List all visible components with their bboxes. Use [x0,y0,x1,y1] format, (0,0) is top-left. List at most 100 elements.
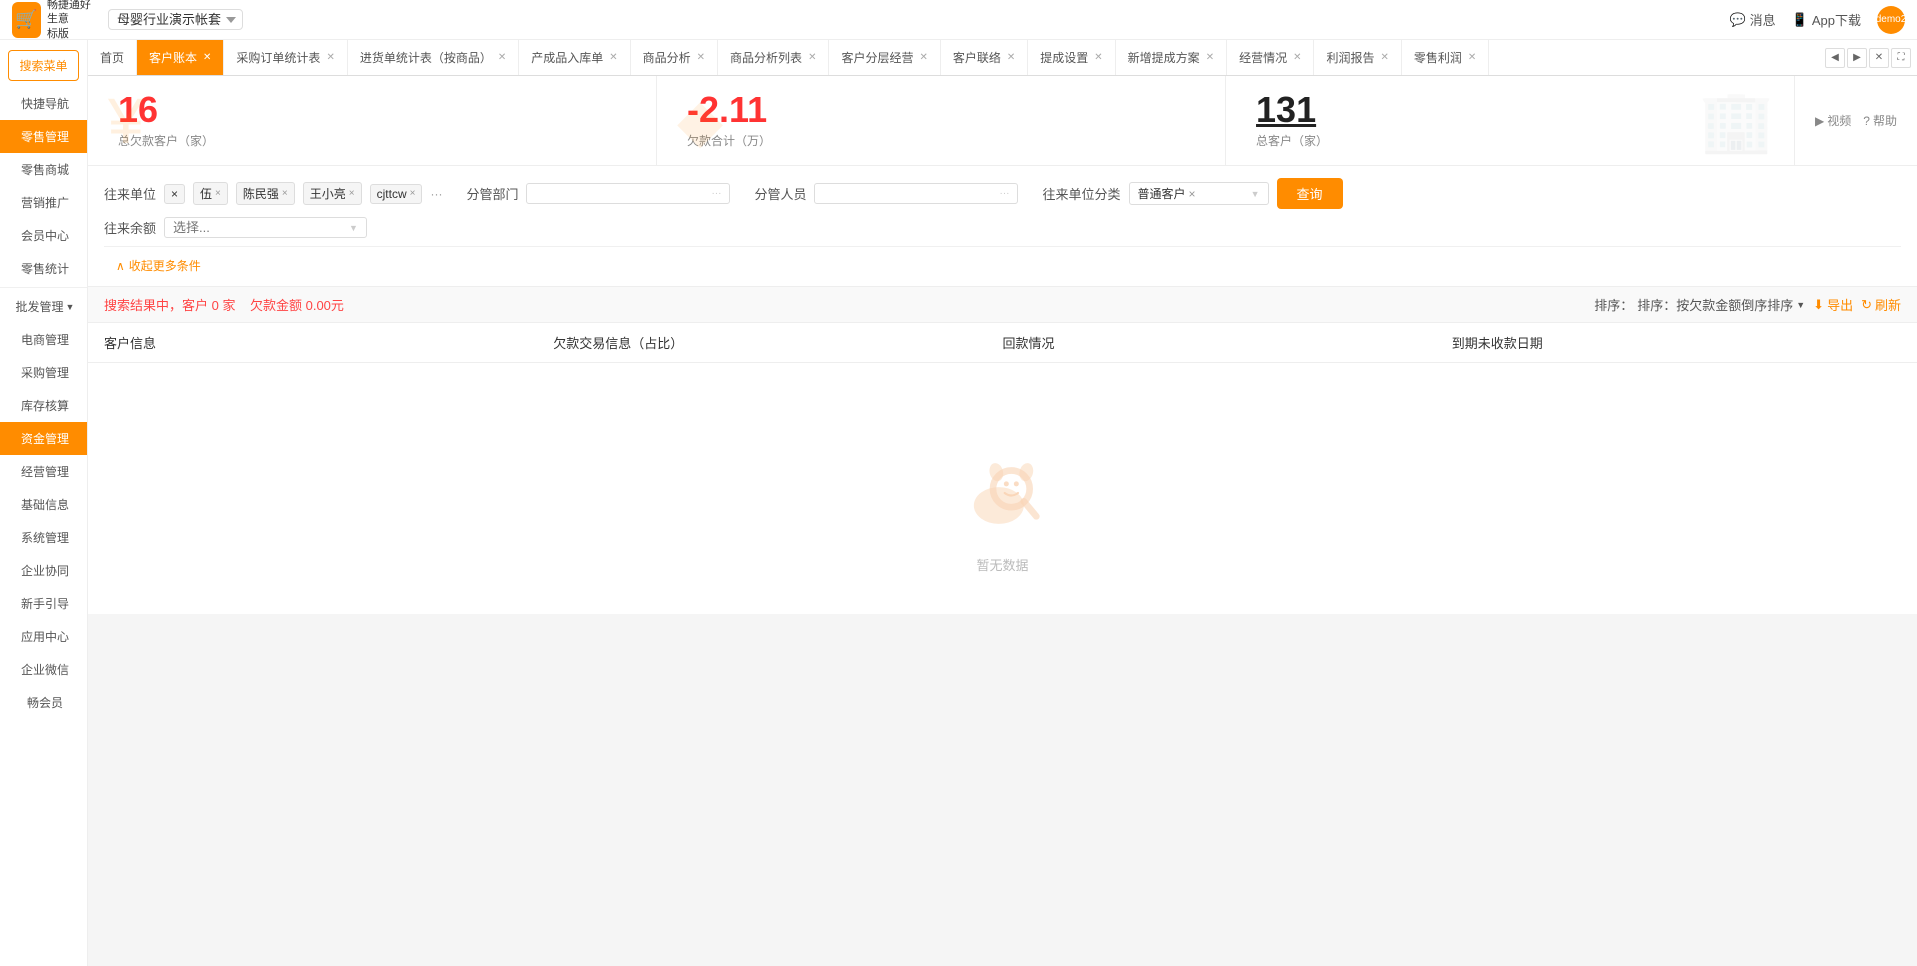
app-download-button[interactable]: 📱 App下载 [1792,10,1861,29]
tab-home[interactable]: 首页 [88,40,137,76]
sidebar-item-guide[interactable]: 新手引导 [0,587,87,620]
sidebar-item-basic-info[interactable]: 基础信息 [0,488,87,521]
filter-tag-unit-wu[interactable]: 伍 × [193,182,228,205]
tab-nav-close-all[interactable]: ✕ [1869,48,1889,68]
tab-nav-right[interactable]: ▶ [1847,48,1867,68]
filter-label-balance: 往来余额 [104,218,156,237]
tab-close-promote-settings[interactable]: ✕ [1094,52,1102,63]
sidebar-item-inventory[interactable]: 库存核算 [0,389,87,422]
filter-dept-input[interactable]: ··· [526,183,730,204]
sidebar-item-member[interactable]: 会员中心 [0,219,87,252]
person-input-field[interactable] [823,186,999,201]
tab-close-purchase-stats[interactable]: ✕ [326,52,334,63]
stat-total-debt-customers: ¥ 16 总欠款客户（家） [88,76,657,165]
table-empty: 暂无数据 [88,363,1917,614]
export-button[interactable]: ⬇ 导出 [1813,295,1853,314]
tab-close-retail-profit[interactable]: ✕ [1468,52,1476,63]
tab-product-inbound[interactable]: 产成品入库单 ✕ [519,40,630,76]
sidebar-item-app-center[interactable]: 应用中心 [0,620,87,653]
tab-close-customer-contact[interactable]: ✕ [1007,52,1015,63]
sidebar-item-ecommerce[interactable]: 电商管理 [0,323,87,356]
remove-icon[interactable]: × [215,188,221,199]
message-button[interactable]: 💬 消息 [1729,10,1775,29]
sidebar-item-operations[interactable]: 经营管理 [0,455,87,488]
sidebar-item-retail[interactable]: 零售管理 [0,120,87,153]
sidebar-item-member-plus[interactable]: 畅会员 [0,686,87,719]
tab-close-product-analysis[interactable]: ✕ [697,52,705,63]
tab-product-analysis[interactable]: 商品分析 ✕ [631,40,718,76]
dept-dots: ··· [711,188,721,199]
filter-label-person: 分管人员 [754,184,806,203]
remove-icon[interactable]: × [410,188,416,199]
tab-close-customer-tier[interactable]: ✕ [919,52,927,63]
filter-tag-unit-all[interactable]: × [164,184,185,204]
filter-tag-unit-cj[interactable]: cjttcw × [370,184,423,204]
sidebar-item-purchase[interactable]: 采购管理 [0,356,87,389]
export-icon: ⬇ [1813,297,1824,313]
filter-balance-wrap[interactable]: ▼ [164,217,367,238]
tab-purchase-stats[interactable]: 采购订单统计表 ✕ [224,40,347,76]
tab-profit-report[interactable]: 利润报告 ✕ [1314,40,1401,76]
filter-more-button[interactable]: ··· [430,187,442,201]
remove-icon[interactable]: × [349,188,355,199]
collapse-button[interactable]: ∧ 收起更多条件 [104,253,1901,278]
tab-nav-expand[interactable]: ⛶ [1891,48,1911,68]
tab-new-promote[interactable]: 新增提成方案 ✕ [1116,40,1227,76]
th-debt-transaction: 欠款交易信息（占比） [553,333,1002,352]
tab-close-new-promote[interactable]: ✕ [1206,52,1214,63]
tab-close-operation[interactable]: ✕ [1293,52,1301,63]
remove-category-icon[interactable]: × [1189,187,1196,201]
search-menu-button[interactable]: 搜索菜单 [8,50,79,81]
tab-promote-settings[interactable]: 提成设置 ✕ [1028,40,1115,76]
balance-input[interactable] [173,220,349,235]
sort-by-debt-button[interactable]: 排序：按欠款金额倒序排序 ▼ [1637,295,1805,314]
tab-retail-profit[interactable]: 零售利润 ✕ [1402,40,1489,76]
sidebar-item-finance[interactable]: 资金管理 [0,422,87,455]
tab-customer-book[interactable]: 客户账本 ✕ [137,40,224,76]
sidebar-item-retail-mall[interactable]: 零售商城 [0,153,87,186]
tab-import-stats[interactable]: 进货单统计表（按商品） ✕ [348,40,519,76]
sidebar-item-wholesale[interactable]: 批发管理 ▼ [0,290,87,323]
query-button[interactable]: 查询 [1277,178,1343,209]
tab-customer-contact[interactable]: 客户联络 ✕ [941,40,1028,76]
content-area: ¥ 16 总欠款客户（家） ◆ -2.11 欠款合计（万） 🏢 [88,76,1917,966]
stat-value-customers: 131 [1256,92,1328,128]
table-wrap: 客户信息 欠款交易信息（占比） 回款情况 到期未收款日期 [88,323,1917,614]
tab-operation[interactable]: 经营情况 ✕ [1227,40,1314,76]
filter-tag-category[interactable]: 普通客户 × [1138,185,1196,202]
filter-tag-unit-wang[interactable]: 王小亮 × [303,182,362,205]
filter-area: 往来单位 × 伍 × 陈民强 × 王小亮 × [88,166,1917,287]
refresh-button[interactable]: ↻ 刷新 [1861,295,1901,314]
help-button[interactable]: ? 帮助 [1863,112,1897,129]
filter-person-input[interactable]: ··· [814,183,1018,204]
filter-tag-unit-chen[interactable]: 陈民强 × [236,182,295,205]
sidebar-item-quick-nav[interactable]: 快捷导航 [0,87,87,120]
message-icon: 💬 [1729,12,1745,28]
filter-label-category: 往来单位分类 [1042,184,1120,203]
tab-product-analysis-list[interactable]: 商品分析列表 ✕ [718,40,829,76]
sidebar-item-marketing[interactable]: 营销推广 [0,186,87,219]
tab-close-import-stats[interactable]: ✕ [498,52,506,63]
sidebar-divider-1 [0,287,87,288]
balance-dropdown-icon: ▼ [349,223,358,233]
tab-close-product-inbound[interactable]: ✕ [609,52,617,63]
sidebar-item-enterprise[interactable]: 企业协同 [0,554,87,587]
th-customer-info: 客户信息 [104,333,553,352]
tab-close-profit-report[interactable]: ✕ [1381,52,1389,63]
refresh-icon: ↻ [1861,297,1872,313]
sidebar-item-retail-stats[interactable]: 零售统计 [0,252,87,285]
result-actions: 排序： 排序：按欠款金额倒序排序 ▼ ⬇ 导出 ↻ 刷新 [1594,295,1901,314]
tab-customer-tier[interactable]: 客户分层经营 ✕ [829,40,940,76]
filter-label-dept: 分管部门 [466,184,518,203]
remove-icon[interactable]: × [282,188,288,199]
video-help-button[interactable]: ▶ 视频 [1815,112,1851,129]
filter-category-wrap[interactable]: 普通客户 × ▼ [1129,182,1269,205]
account-select[interactable]: 母婴行业演示帐套 [108,9,243,30]
tab-nav-left[interactable]: ◀ [1825,48,1845,68]
avatar[interactable]: demo2 [1877,6,1905,34]
tab-close-product-analysis-list[interactable]: ✕ [808,52,816,63]
tab-close-customer-book[interactable]: ✕ [203,52,211,63]
sidebar-item-system[interactable]: 系统管理 [0,521,87,554]
sidebar-item-enterprise-wx[interactable]: 企业微信 [0,653,87,686]
dept-input-field[interactable] [535,186,711,201]
